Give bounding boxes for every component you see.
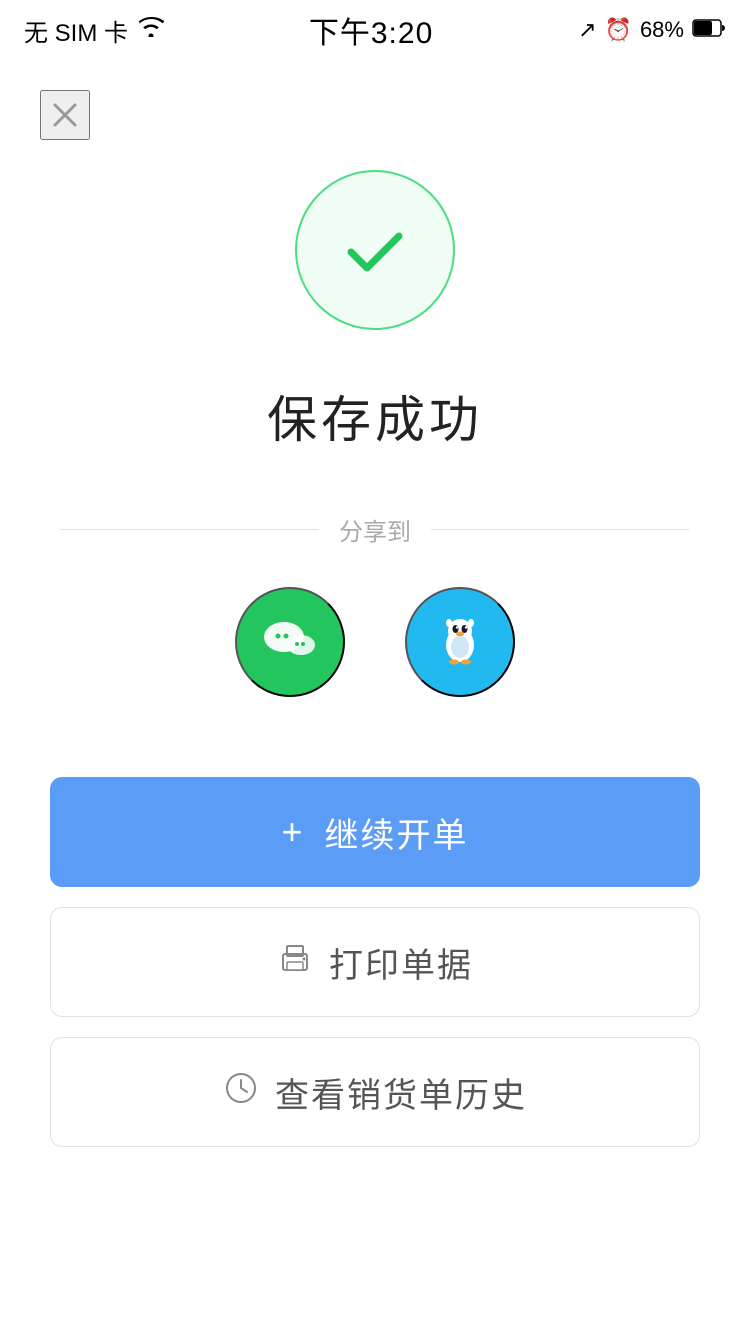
actions-section: + 继续开单 打印单据: [0, 777, 750, 1147]
continue-plus-icon: +: [281, 811, 304, 853]
continue-label: 继续开单: [325, 808, 469, 857]
print-button[interactable]: 打印单据: [50, 907, 700, 1017]
share-label: 分享到: [339, 512, 411, 547]
status-bar: 无 SIM 卡 下午3:20 ↗ ⏰ 68%: [0, 0, 750, 60]
print-icon: [277, 940, 313, 985]
wechat-share-button[interactable]: [235, 587, 345, 697]
history-button[interactable]: 查看销货单历史: [50, 1037, 700, 1147]
divider-left: [60, 529, 319, 530]
sim-label: 无 SIM 卡: [24, 13, 128, 48]
print-label: 打印单据: [329, 938, 473, 987]
qq-share-button[interactable]: [405, 587, 515, 697]
success-circle: [295, 170, 455, 330]
alarm-icon: ⏰: [605, 17, 632, 43]
divider-right: [431, 529, 690, 530]
share-divider-row: 分享到: [0, 512, 750, 547]
continue-button[interactable]: + 继续开单: [50, 777, 700, 887]
close-icon: [47, 97, 83, 133]
checkmark-icon: [335, 210, 415, 290]
success-title: 保存成功: [267, 380, 483, 452]
status-left: 无 SIM 卡: [24, 13, 164, 48]
time-display: 下午3:20: [309, 8, 433, 52]
qq-icon: [427, 609, 493, 675]
close-button[interactable]: [40, 90, 90, 140]
main-content: 保存成功 分享到: [0, 60, 750, 1334]
history-icon: [223, 1070, 259, 1115]
success-section: 保存成功 分享到: [0, 60, 750, 1147]
battery-icon: [692, 17, 726, 43]
wifi-icon: [138, 16, 164, 44]
share-icons-row: [235, 587, 515, 697]
battery-label: 68%: [640, 17, 684, 43]
location-icon: ↗: [578, 17, 596, 43]
status-right: ↗ ⏰ 68%: [578, 17, 726, 43]
history-label: 查看销货单历史: [275, 1068, 527, 1117]
wechat-icon: [257, 609, 323, 675]
